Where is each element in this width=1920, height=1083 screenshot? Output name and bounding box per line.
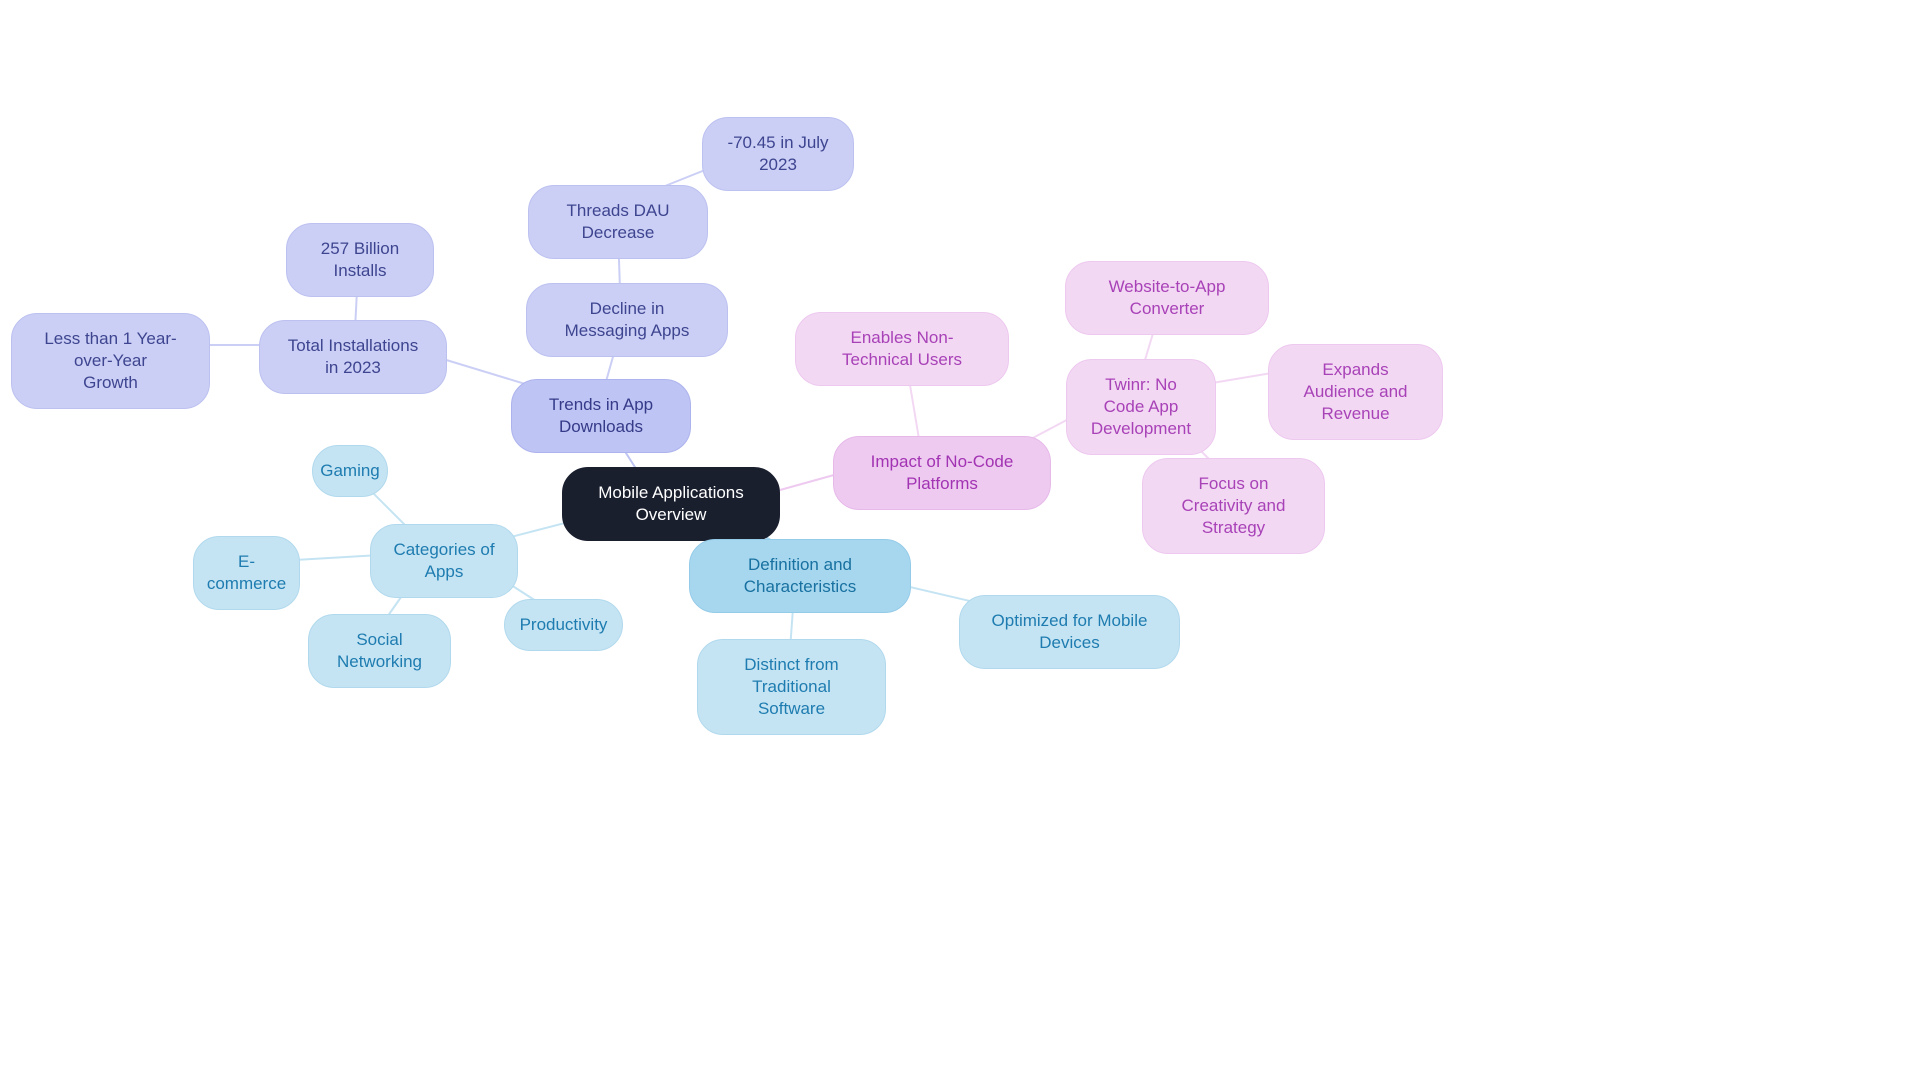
threads-stat-node[interactable]: -70.45 in July 2023 <box>702 117 854 191</box>
impact-node[interactable]: Impact of No-Code Platforms <box>833 436 1051 510</box>
ecommerce-node[interactable]: E-commerce <box>193 536 300 610</box>
productivity-node[interactable]: Productivity <box>504 599 623 651</box>
gaming-node[interactable]: Gaming <box>312 445 388 497</box>
distinct-node[interactable]: Distinct from Traditional Software <box>697 639 886 735</box>
categories-node[interactable]: Categories of Apps <box>370 524 518 598</box>
installs-stat-node[interactable]: 257 Billion Installs <box>286 223 434 297</box>
expands-node[interactable]: Expands Audience and Revenue <box>1268 344 1443 440</box>
converter-node[interactable]: Website-to-App Converter <box>1065 261 1269 335</box>
focus-node[interactable]: Focus on Creativity and Strategy <box>1142 458 1325 554</box>
enables-node[interactable]: Enables Non-Technical Users <box>795 312 1009 386</box>
total-installs-node[interactable]: Total Installations in 2023 <box>259 320 447 394</box>
trends-node[interactable]: Trends in App Downloads <box>511 379 691 453</box>
growth-stat-node[interactable]: Less than 1 Year-over-Year Growth <box>11 313 210 409</box>
root-node[interactable]: Mobile Applications Overview <box>562 467 780 541</box>
definition-node[interactable]: Definition and Characteristics <box>689 539 911 613</box>
social-node[interactable]: Social Networking <box>308 614 451 688</box>
optimized-node[interactable]: Optimized for Mobile Devices <box>959 595 1180 669</box>
twinr-node[interactable]: Twinr: No Code App Development <box>1066 359 1216 455</box>
threads-node[interactable]: Threads DAU Decrease <box>528 185 708 259</box>
decline-node[interactable]: Decline in Messaging Apps <box>526 283 728 357</box>
